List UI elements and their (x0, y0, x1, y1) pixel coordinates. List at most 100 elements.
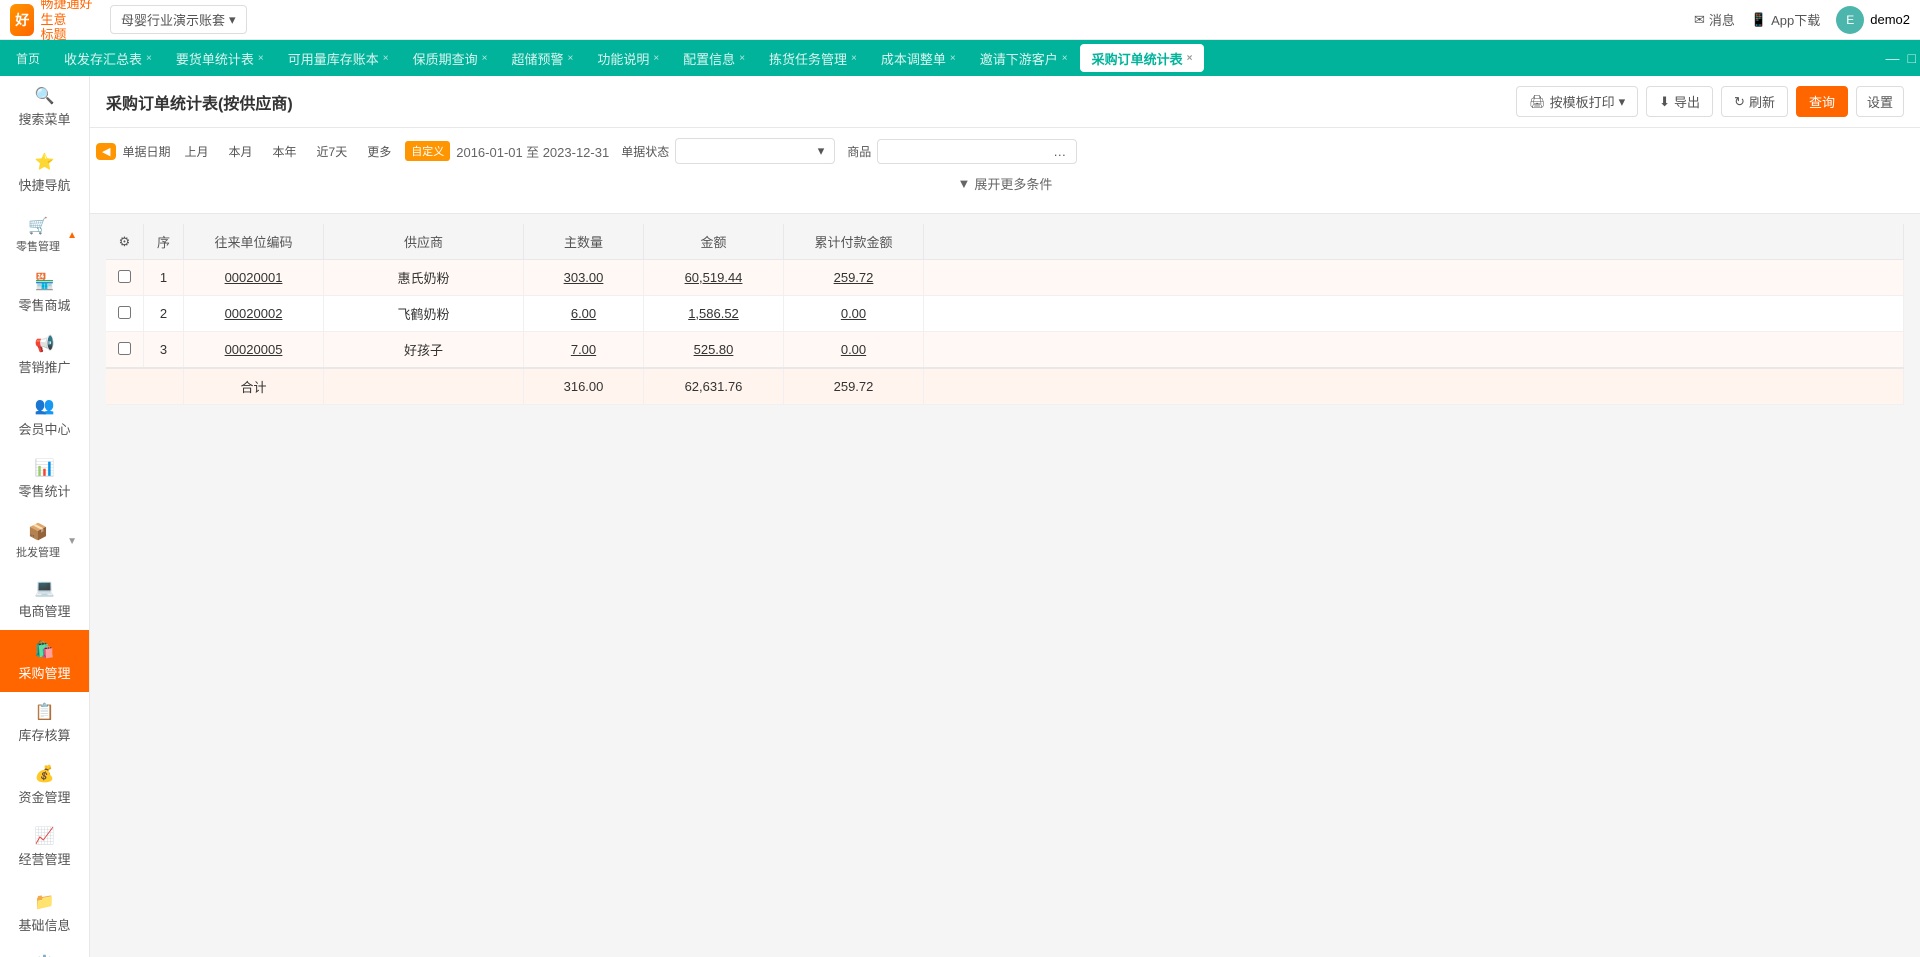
footer-extra (924, 368, 1904, 405)
tab-help[interactable]: 功能说明 × (585, 44, 671, 72)
cell-seq-1: 1 (144, 260, 184, 296)
sidebar-item-marketing[interactable]: 📢 营销推广 (0, 324, 89, 386)
message-button[interactable]: ✉ 消息 (1694, 10, 1735, 29)
minimize-window-button[interactable]: — (1886, 50, 1900, 66)
th-supplier: 供应商 (324, 224, 524, 260)
tab-invite[interactable]: 邀请下游客户 × (968, 44, 1080, 72)
print-button[interactable]: 🖨 按模板打印 ▾ (1516, 86, 1638, 117)
sidebar-item-finance[interactable]: 💰 资金管理 (0, 754, 89, 816)
tab-purchase-stat[interactable]: 采购订单统计表 × (1080, 44, 1205, 72)
sidebar-item-base-info[interactable]: 📁 基础信息 (0, 882, 89, 944)
ellipsis-icon[interactable]: … (1053, 144, 1066, 159)
shortcut-this-year[interactable]: 本年 (265, 141, 305, 162)
shortcut-this-month[interactable]: 本月 (221, 141, 261, 162)
cell-code-1[interactable]: 00020001 (184, 260, 324, 296)
query-button[interactable]: 查询 (1796, 86, 1848, 117)
sidebar-item-search[interactable]: 🔍 搜索菜单 (0, 76, 89, 138)
custom-date-badge[interactable]: 自定义 (405, 141, 450, 161)
refresh-icon: ↻ (1734, 94, 1745, 110)
tab-config[interactable]: 配置信息 × (671, 44, 757, 72)
row-checkbox-3[interactable] (118, 342, 131, 355)
table-row: 1 00020001 惠氏奶粉 303.00 60,519.44 259.72 (106, 260, 1904, 296)
cell-paid-3[interactable]: 0.00 (784, 332, 924, 369)
refresh-button[interactable]: ↻ 刷新 (1721, 86, 1788, 117)
chevron-down-icon-print: ▾ (1619, 94, 1626, 110)
status-select[interactable]: ▾ (675, 138, 835, 164)
date-filter-group: 单据日期 上月 本月 本年 近7天 更多 自定义 2016-01-01 至 20… (122, 141, 609, 162)
close-tab-pick-task[interactable]: × (851, 53, 857, 64)
close-tab-order-stat[interactable]: × (258, 53, 264, 64)
goods-filter-group: 商品 … (847, 139, 1077, 164)
content-area: 采购订单统计表(按供应商) 🖨 按模板打印 ▾ ⬇ 导出 ↻ 刷新 查询 (90, 76, 1920, 957)
cell-qty-2[interactable]: 6.00 (524, 296, 644, 332)
sidebar-item-retail-mgmt[interactable]: 🛒 零售管理 ▲ (0, 208, 89, 262)
shortcut-more[interactable]: 更多 (359, 141, 399, 162)
expand-row: ▼ 展开更多条件 (106, 164, 1904, 203)
close-tab-help[interactable]: × (653, 53, 659, 64)
workspace-selector[interactable]: 母婴行业演示账套 ▾ (110, 5, 247, 34)
tab-stock[interactable]: 可用量库存账本 × (276, 44, 401, 72)
topbar: 好 畅捷通好生意 标题 母婴行业演示账套 ▾ ✉ 消息 📱 App下载 E de… (0, 0, 1920, 40)
th-extra (924, 224, 1904, 260)
sidebar-item-purchase[interactable]: 🛍️ 采购管理 (0, 630, 89, 692)
cell-check-2[interactable] (106, 296, 144, 332)
sidebar-item-retail-mall[interactable]: 🏪 零售商城 (0, 262, 89, 324)
sidebar-item-system[interactable]: ⚙️ 系统管理 (0, 944, 89, 957)
close-tab-purchase-stat[interactable]: × (1187, 53, 1193, 64)
tab-warranty[interactable]: 保质期查询 × (401, 44, 500, 72)
message-icon: ✉ (1694, 12, 1705, 28)
close-tab-collect[interactable]: × (146, 53, 152, 64)
sidebar-item-member[interactable]: 👥 会员中心 (0, 386, 89, 448)
settings-button[interactable]: 设置 (1856, 86, 1904, 117)
wholesale-icon: 📦 (28, 522, 48, 542)
close-tab-stock[interactable]: × (383, 53, 389, 64)
tab-overstock[interactable]: 超储预警 × (499, 44, 585, 72)
row-checkbox-2[interactable] (118, 306, 131, 319)
sidebar-item-operations[interactable]: 📈 经营管理 (0, 816, 89, 878)
goods-input[interactable]: … (877, 139, 1077, 164)
cell-amount-2[interactable]: 1,586.52 (644, 296, 784, 332)
sidebar-item-retail-stat[interactable]: 📊 零售统计 (0, 448, 89, 510)
navtabs: 首页 收发存汇总表 × 要货单统计表 × 可用量库存账本 × 保质期查询 × 超… (0, 40, 1920, 76)
cell-code-3[interactable]: 00020005 (184, 332, 324, 369)
tab-cost[interactable]: 成本调整单 × (869, 44, 968, 72)
cell-paid-2[interactable]: 0.00 (784, 296, 924, 332)
sidebar-item-inventory[interactable]: 📋 库存核算 (0, 692, 89, 754)
footer-supplier (324, 368, 524, 405)
sidebar-item-ecommerce[interactable]: 💻 电商管理 (0, 568, 89, 630)
shortcut-last-month[interactable]: 上月 (176, 141, 216, 162)
cell-check-3[interactable] (106, 332, 144, 369)
cell-amount-3[interactable]: 525.80 (644, 332, 784, 369)
cell-amount-1[interactable]: 60,519.44 (644, 260, 784, 296)
maximize-window-button[interactable]: □ (1908, 50, 1916, 66)
cell-qty-1[interactable]: 303.00 (524, 260, 644, 296)
tab-order-stat[interactable]: 要货单统计表 × (164, 44, 276, 72)
cell-check-1[interactable] (106, 260, 144, 296)
inventory-icon: 📋 (35, 702, 55, 722)
app-download-button[interactable]: 📱 App下载 (1751, 10, 1820, 29)
close-tab-warranty[interactable]: × (482, 53, 488, 64)
logo-text: 畅捷通好生意 标题 (40, 0, 100, 43)
tab-pick-task[interactable]: 拣货任务管理 × (757, 44, 869, 72)
close-tab-overstock[interactable]: × (567, 53, 573, 64)
cell-qty-3[interactable]: 7.00 (524, 332, 644, 369)
sidebar-item-wholesale[interactable]: 📦 批发管理 ▼ (0, 514, 89, 568)
tab-home[interactable]: 首页 (4, 44, 52, 72)
retail-mgmt-icon: 🛒 (28, 216, 48, 236)
close-tab-config[interactable]: × (739, 53, 745, 64)
th-amount: 金额 (644, 224, 784, 260)
th-settings[interactable]: ⚙ (106, 224, 144, 260)
user-menu[interactable]: E demo2 (1836, 6, 1910, 34)
sidebar-item-quick-nav[interactable]: ⭐ 快捷导航 (0, 142, 89, 204)
tab-collect[interactable]: 收发存汇总表 × (52, 44, 164, 72)
cell-paid-1[interactable]: 259.72 (784, 260, 924, 296)
expand-more-button[interactable]: ▼ 展开更多条件 (946, 170, 1065, 197)
shortcut-7days[interactable]: 近7天 (309, 141, 356, 162)
close-tab-cost[interactable]: × (950, 53, 956, 64)
export-button[interactable]: ⬇ 导出 (1646, 86, 1713, 117)
row-checkbox-1[interactable] (118, 270, 131, 283)
retail-stat-icon: 📊 (35, 458, 55, 478)
close-tab-invite[interactable]: × (1062, 53, 1068, 64)
cell-code-2[interactable]: 00020002 (184, 296, 324, 332)
toggle-collapse-button[interactable]: ◀ (96, 143, 116, 160)
